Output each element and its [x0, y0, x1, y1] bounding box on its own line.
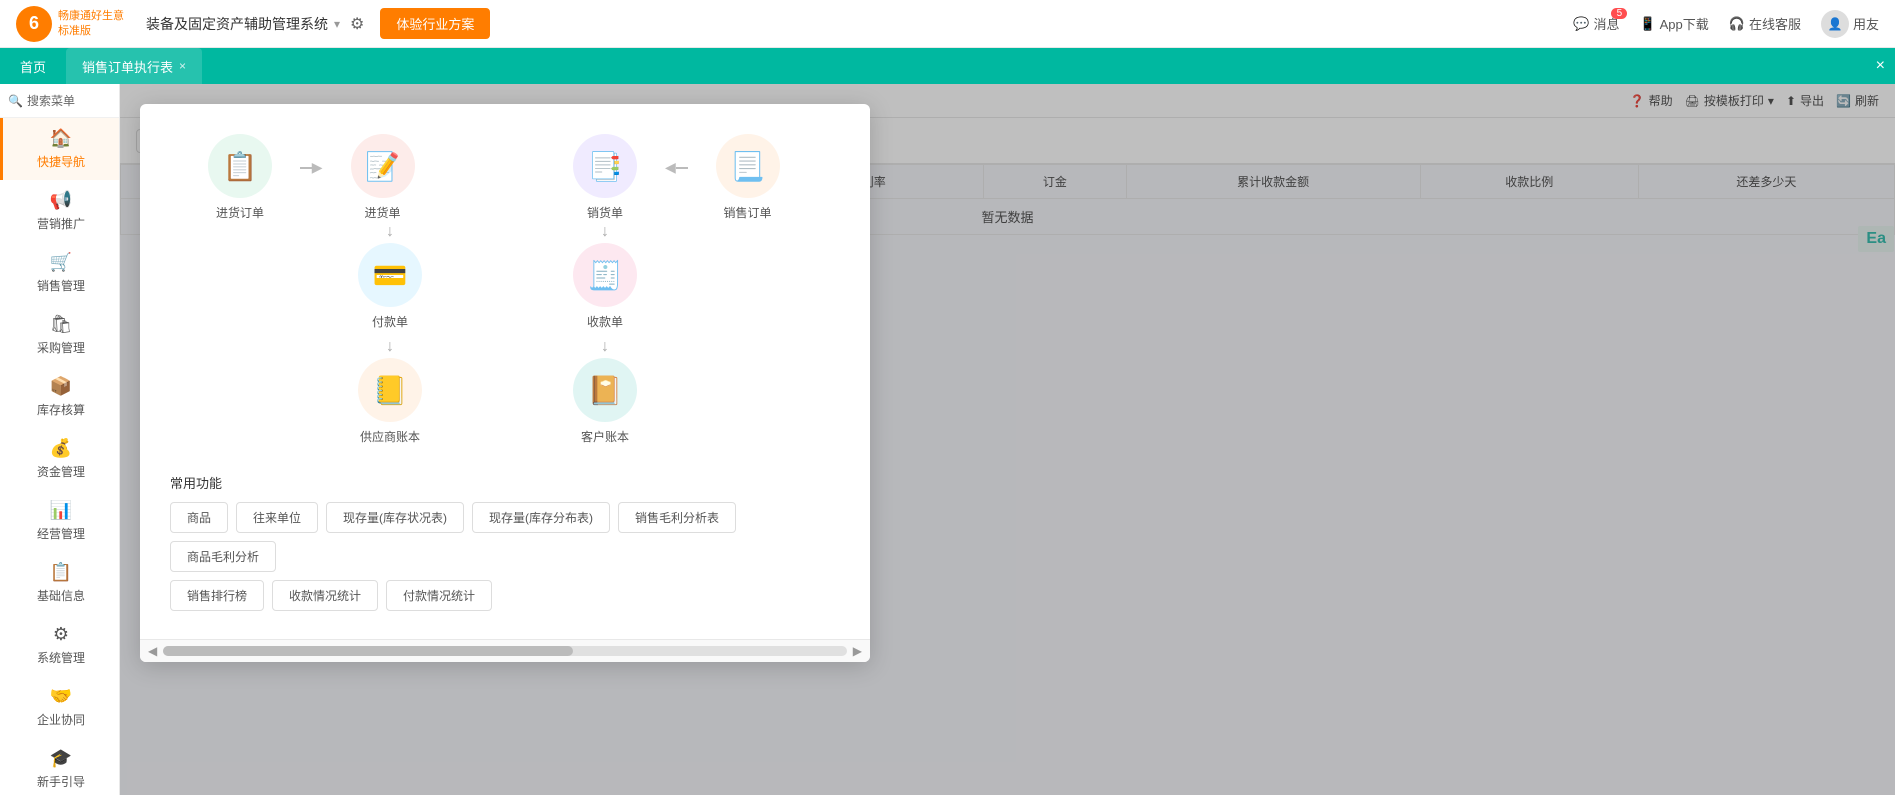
online-service-button[interactable]: 🎧 在线客服: [1729, 14, 1801, 33]
purchase-slip-circle: 📝: [351, 134, 415, 198]
common-functions: 常用功能 商品 往来单位 现存量(库存状况表) 现存量(库存分布表) 销售毛利分…: [140, 465, 870, 639]
user-area[interactable]: 👤 用友: [1821, 10, 1879, 38]
message-button[interactable]: 💬 消息 5: [1573, 14, 1619, 33]
customer-account-icon: 📔: [588, 374, 623, 407]
sidebar-search[interactable]: 🔍 搜索菜单: [0, 84, 119, 118]
sales-order-circle: 📃: [716, 134, 780, 198]
func-partners[interactable]: 往来单位: [236, 502, 318, 533]
down-arrow-receipt: ↓: [601, 223, 609, 241]
marketing-icon: 📢: [50, 190, 72, 211]
scroll-right-button[interactable]: ▶: [853, 644, 862, 658]
sales-order-icon: 📃: [730, 150, 765, 183]
customer-down-col: ↓ 📔 客户账本: [545, 336, 665, 445]
purchase-icon: 🛍: [50, 314, 73, 335]
logo-text: 畅康通好生意 标准版: [58, 9, 124, 38]
func-sales-margin[interactable]: 销售毛利分析表: [618, 502, 736, 533]
app-download-button[interactable]: 📱 App下载: [1639, 14, 1708, 33]
search-icon: 🔍: [8, 94, 23, 108]
system-title-area: 装备及固定资产辅助管理系统 ▾ ⚙: [146, 14, 364, 34]
system-title: 装备及固定资产辅助管理系统: [146, 14, 328, 34]
scroll-track[interactable]: [163, 646, 847, 656]
sales-icon: 🛒: [50, 252, 72, 273]
sys-manage-icon: ⚙: [53, 624, 69, 645]
logo-area: 6 畅康通好生意 标准版: [16, 6, 136, 42]
payment-slip-circle: 💳: [358, 243, 422, 307]
scroll-left-button[interactable]: ◀: [148, 644, 157, 658]
flow-node-sales-slip: 📑 销货单: [545, 134, 665, 221]
purchase-slip-icon: 📝: [365, 150, 400, 183]
logo-icon: 6: [16, 6, 52, 42]
receipt-down-col: ↓ 🧾 收款单: [545, 221, 665, 330]
sidebar-item-purchase[interactable]: 🛍 采购管理: [0, 304, 119, 366]
service-icon: 🎧: [1729, 16, 1745, 32]
sidebar-item-finance[interactable]: 💰 资金管理: [0, 428, 119, 490]
inventory-icon: 📦: [50, 376, 72, 397]
basic-info-icon: 📋: [50, 562, 72, 583]
sidebar: 🔍 搜索菜单 🏠 快捷导航 📢 营销推广 🛒 销售管理 🛍 采购管理 📦 库存核…: [0, 84, 120, 795]
header-right: 💬 消息 5 📱 App下载 🎧 在线客服 👤 用友: [1573, 10, 1879, 38]
payment-slip-icon: 💳: [373, 259, 408, 292]
func-stock-status[interactable]: 现存量(库存状况表): [326, 502, 464, 533]
func-product[interactable]: 商品: [170, 502, 228, 533]
tab-bar-close-button[interactable]: ×: [1876, 57, 1885, 75]
flow-node-purchase-slip: 📝 进货单: [323, 134, 443, 221]
func-receipt-stats[interactable]: 收款情况统计: [272, 580, 378, 611]
tab-close-icon[interactable]: ×: [179, 59, 186, 73]
func-stock-distribution[interactable]: 现存量(库存分布表): [472, 502, 610, 533]
func-buttons-row2: 销售排行榜 收款情况统计 付款情况统计: [170, 580, 840, 611]
down-arrow-customer: ↓: [601, 338, 609, 356]
dropdown-icon[interactable]: ▾: [334, 17, 340, 31]
func-payment-stats[interactable]: 付款情况统计: [386, 580, 492, 611]
receipt-slip-icon: 🧾: [588, 259, 623, 292]
sidebar-item-operations[interactable]: 📊 经营管理: [0, 490, 119, 552]
main-layout: 🔍 搜索菜单 🏠 快捷导航 📢 营销推广 🛒 销售管理 🛍 采购管理 📦 库存核…: [0, 84, 1895, 795]
content-area: ❓ 帮助 🖨 按模板打印 ▾ ⬆ 导出 🔄 刷新 📅 单据状态: [120, 84, 1895, 795]
func-sales-ranking[interactable]: 销售排行榜: [170, 580, 264, 611]
supplier-account-icon: 📒: [373, 374, 408, 407]
supplier-down-col: ↓ 📒 供应商账本: [330, 336, 450, 445]
sidebar-item-sales[interactable]: 🛒 销售管理: [0, 242, 119, 304]
down-arrow-payment: ↓: [386, 223, 394, 241]
app-icon: 📱: [1639, 16, 1655, 32]
sidebar-item-marketing[interactable]: 📢 营销推广: [0, 180, 119, 242]
tab-bar: 首页 销售订单执行表 × ×: [0, 48, 1895, 84]
experience-button[interactable]: 体验行业方案: [380, 8, 490, 39]
sidebar-item-basic-info[interactable]: 📋 基础信息: [0, 552, 119, 614]
modal-overlay: 📋 进货订单 ▶ 📝: [120, 84, 1895, 795]
sidebar-item-enterprise[interactable]: 🤝 企业协同: [0, 676, 119, 738]
flow-node-sales-order: 📃 销售订单: [688, 134, 808, 221]
sales-slip-icon: 📑: [588, 150, 623, 183]
common-title: 常用功能: [170, 473, 840, 492]
func-buttons-row1: 商品 往来单位 现存量(库存状况表) 现存量(库存分布表) 销售毛利分析表 商品…: [170, 502, 840, 572]
top-header: 6 畅康通好生意 标准版 装备及固定资产辅助管理系统 ▾ ⚙ 体验行业方案 💬 …: [0, 0, 1895, 48]
sidebar-item-quick-guide[interactable]: 🏠 快捷导航: [0, 118, 119, 180]
modal-dialog: 📋 进货订单 ▶ 📝: [140, 104, 870, 662]
customer-account-circle: 📔: [573, 358, 637, 422]
quick-guide-icon: 🏠: [50, 128, 72, 149]
sidebar-item-inventory[interactable]: 📦 库存核算: [0, 366, 119, 428]
avatar: 👤: [1821, 10, 1849, 38]
tab-sales-order[interactable]: 销售订单执行表 ×: [66, 48, 202, 84]
operations-icon: 📊: [50, 500, 72, 521]
finance-icon: 💰: [50, 438, 72, 459]
modal-scrollbar: ◀ ▶: [140, 639, 870, 662]
tab-home[interactable]: 首页: [0, 48, 66, 84]
supplier-account-circle: 📒: [358, 358, 422, 422]
enterprise-icon: 🤝: [50, 686, 72, 707]
purchase-order-circle: 📋: [208, 134, 272, 198]
payment-down-col: ↓ 💳 付款单: [330, 221, 450, 330]
message-badge: 5: [1611, 8, 1627, 19]
settings-icon[interactable]: ⚙: [350, 14, 364, 34]
message-icon: 💬: [1573, 16, 1589, 32]
flow-node-purchase-order: 📋 进货订单: [180, 134, 300, 221]
receipt-slip-circle: 🧾: [573, 243, 637, 307]
purchase-order-icon: 📋: [223, 150, 258, 183]
flow-area: 📋 进货订单 ▶ 📝: [140, 104, 870, 465]
func-product-margin[interactable]: 商品毛利分析: [170, 541, 276, 572]
sidebar-item-sys-manage[interactable]: ⚙ 系统管理: [0, 614, 119, 676]
newbie-icon: 🎓: [50, 748, 72, 769]
down-arrow-supplier: ↓: [386, 338, 394, 356]
sidebar-item-newbie[interactable]: 🎓 新手引导: [0, 738, 119, 795]
sales-slip-circle: 📑: [573, 134, 637, 198]
